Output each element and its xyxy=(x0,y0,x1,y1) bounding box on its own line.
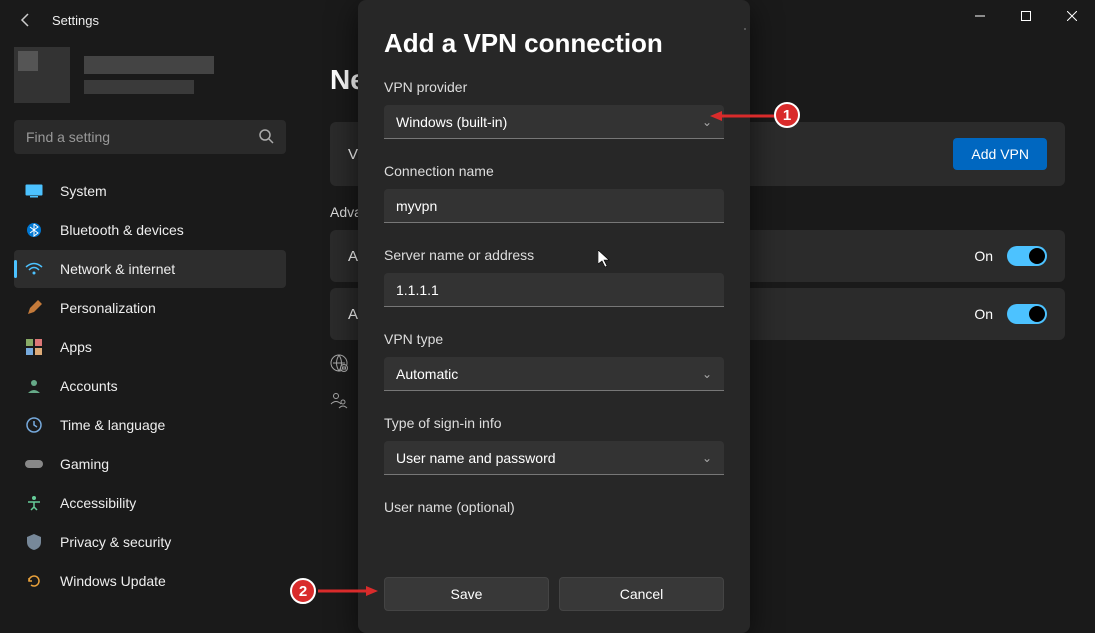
personalization-icon xyxy=(24,298,44,318)
chevron-down-icon: ⌄ xyxy=(702,115,712,129)
nav-list: System Bluetooth & devices Network & int… xyxy=(14,172,286,600)
connection-name-input[interactable] xyxy=(384,189,724,223)
sidebar: System Bluetooth & devices Network & int… xyxy=(0,40,300,633)
provider-select[interactable]: Windows (built-in) ⌄ xyxy=(384,105,724,139)
sidebar-item-gaming[interactable]: Gaming xyxy=(14,445,286,483)
search-input[interactable] xyxy=(14,120,286,154)
sidebar-item-label: Privacy & security xyxy=(60,534,171,550)
signin-value: User name and password xyxy=(396,450,556,466)
sidebar-item-network[interactable]: Network & internet xyxy=(14,250,286,288)
sidebar-item-accounts[interactable]: Accounts xyxy=(14,367,286,405)
chevron-down-icon: ⌄ xyxy=(702,367,712,381)
sidebar-item-label: Personalization xyxy=(60,300,156,316)
chevron-down-icon: ⌄ xyxy=(702,451,712,465)
provider-value: Windows (built-in) xyxy=(396,114,507,130)
provider-label: VPN provider xyxy=(384,79,724,95)
server-label: Server name or address xyxy=(384,247,724,263)
server-input[interactable] xyxy=(384,273,724,307)
accessibility-icon xyxy=(24,493,44,513)
sidebar-item-apps[interactable]: Apps xyxy=(14,328,286,366)
signin-select[interactable]: User name and password ⌄ xyxy=(384,441,724,475)
toggle-state-label: On xyxy=(974,306,993,322)
gaming-icon xyxy=(24,454,44,474)
app-title: Settings xyxy=(52,13,99,28)
update-icon xyxy=(24,571,44,591)
search-icon xyxy=(258,128,274,149)
toggle-switch[interactable] xyxy=(1007,304,1047,324)
sidebar-item-update[interactable]: Windows Update xyxy=(14,562,286,600)
save-button[interactable]: Save xyxy=(384,577,549,611)
add-vpn-dialog: Add a VPN connection VPN provider Window… xyxy=(358,0,750,633)
bluetooth-icon xyxy=(24,220,44,240)
dialog-actions: Save Cancel xyxy=(384,577,724,611)
toggle-switch[interactable] xyxy=(1007,246,1047,266)
sidebar-item-system[interactable]: System xyxy=(14,172,286,210)
time-icon xyxy=(24,415,44,435)
dialog-title: Add a VPN connection xyxy=(384,28,724,59)
sidebar-item-accessibility[interactable]: Accessibility xyxy=(14,484,286,522)
sidebar-item-label: System xyxy=(60,183,107,199)
close-button[interactable] xyxy=(1049,0,1095,32)
dialog-scrollbar[interactable] xyxy=(744,28,746,30)
sidebar-item-bluetooth[interactable]: Bluetooth & devices xyxy=(14,211,286,249)
maximize-button[interactable] xyxy=(1003,0,1049,32)
back-button[interactable] xyxy=(12,6,40,34)
minimize-button[interactable] xyxy=(957,0,1003,32)
profile-text xyxy=(84,56,214,94)
profile-block xyxy=(14,40,286,110)
vpn-type-value: Automatic xyxy=(396,366,458,382)
apps-icon xyxy=(24,337,44,357)
wifi-icon xyxy=(24,259,44,279)
search-wrap xyxy=(14,120,286,154)
card-lead: V xyxy=(348,146,358,163)
sidebar-item-label: Gaming xyxy=(60,456,109,472)
annotation-marker-1: 1 xyxy=(774,102,800,128)
connection-name-label: Connection name xyxy=(384,163,724,179)
system-icon xyxy=(24,181,44,201)
sidebar-item-label: Network & internet xyxy=(60,261,175,277)
annotation-marker-2: 2 xyxy=(290,578,316,604)
avatar xyxy=(14,47,70,103)
sidebar-item-label: Accounts xyxy=(60,378,118,394)
cancel-button[interactable]: Cancel xyxy=(559,577,724,611)
add-vpn-button[interactable]: Add VPN xyxy=(953,138,1047,170)
sidebar-item-label: Time & language xyxy=(60,417,165,433)
sidebar-item-time[interactable]: Time & language xyxy=(14,406,286,444)
sidebar-item-label: Bluetooth & devices xyxy=(60,222,184,238)
accounts-icon xyxy=(24,376,44,396)
card-lead-text: V xyxy=(348,146,358,163)
sidebar-item-label: Windows Update xyxy=(60,573,166,589)
sidebar-item-personalization[interactable]: Personalization xyxy=(14,289,286,327)
toggle-state-label: On xyxy=(974,248,993,264)
sidebar-item-privacy[interactable]: Privacy & security xyxy=(14,523,286,561)
vpn-type-label: VPN type xyxy=(384,331,724,347)
vpn-type-select[interactable]: Automatic ⌄ xyxy=(384,357,724,391)
sidebar-item-label: Accessibility xyxy=(60,495,136,511)
username-label: User name (optional) xyxy=(384,499,724,515)
window-controls xyxy=(957,0,1095,32)
signin-label: Type of sign-in info xyxy=(384,415,724,431)
sidebar-item-label: Apps xyxy=(60,339,92,355)
privacy-icon xyxy=(24,532,44,552)
